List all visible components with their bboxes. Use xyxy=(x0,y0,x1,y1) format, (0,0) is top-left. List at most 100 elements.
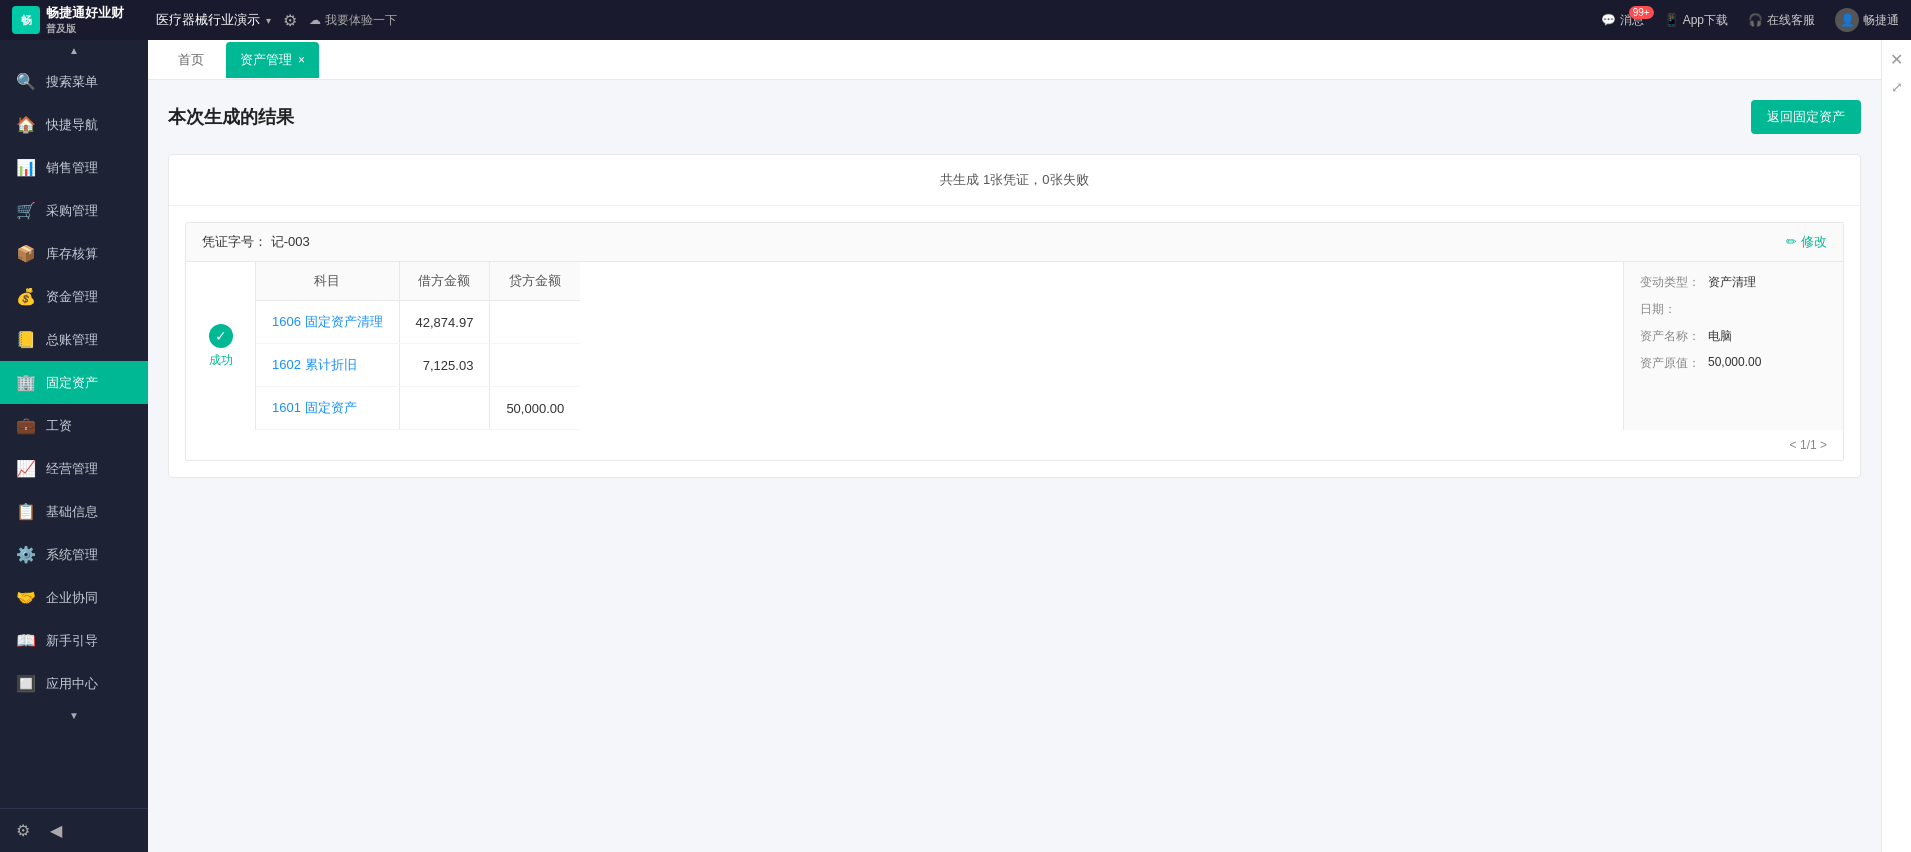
sidebar: ▲ 🔍 搜索菜单 🏠 快捷导航 📊 销售管理 🛒 采购管理 📦 库存核算 💰 资… xyxy=(0,40,148,852)
sidebar-item-enterprise[interactable]: 🤝 企业协同 xyxy=(0,576,148,619)
back-to-fixed-assets-button[interactable]: 返回固定资产 xyxy=(1751,100,1861,134)
sidebar-item-ledger[interactable]: 📒 总账管理 xyxy=(0,318,148,361)
pagination: < 1/1 > xyxy=(186,430,1843,460)
voucher-edit-button[interactable]: ✏ 修改 xyxy=(1786,233,1827,251)
topbar: 畅 畅捷通好业财 普及版 医疗器械行业演示 ▾ ⚙ ☁ 我要体验一下 💬 消息 … xyxy=(0,0,1911,40)
col-header-subject: 科目 xyxy=(256,262,399,301)
user-menu[interactable]: 👤 畅捷通 xyxy=(1835,8,1899,32)
settings-icon[interactable]: ⚙ xyxy=(283,11,297,30)
sidebar-scroll-down[interactable]: ▼ xyxy=(0,705,148,725)
sidebar-item-purchase[interactable]: 🛒 采购管理 xyxy=(0,189,148,232)
message-icon: 💬 xyxy=(1601,13,1616,27)
tab-asset-management[interactable]: 资产管理 × xyxy=(226,42,319,78)
home-icon: 🏠 xyxy=(16,115,36,134)
search-icon: 🔍 xyxy=(16,72,36,91)
col-header-credit: 贷方金额 xyxy=(490,262,580,301)
close-panel-button[interactable]: ✕ xyxy=(1890,50,1903,69)
online-service-button[interactable]: 🎧 在线客服 xyxy=(1748,12,1815,29)
building-icon: 🏢 xyxy=(16,373,36,392)
sidebar-item-quicknav[interactable]: 🏠 快捷导航 xyxy=(0,103,148,146)
voucher-number: 凭证字号： 记-003 xyxy=(202,233,310,251)
page-indicator: 1/1 xyxy=(1800,438,1820,452)
voucher-table-wrapper: 科目 借方金额 贷方金额 1606 固定资产清理 42,874.97 xyxy=(256,262,1623,430)
sidebar-bottom: ⚙ ◀ xyxy=(0,808,148,852)
sidebar-item-app-center[interactable]: 🔲 应用中心 xyxy=(0,662,148,705)
credit-cell xyxy=(490,344,580,387)
tab-home[interactable]: 首页 xyxy=(164,42,218,78)
main-layout: ▲ 🔍 搜索菜单 🏠 快捷导航 📊 销售管理 🛒 采购管理 📦 库存核算 💰 资… xyxy=(0,40,1911,852)
settings-bottom-icon[interactable]: ⚙ xyxy=(16,821,30,840)
table-row: 1602 累计折旧 7,125.03 xyxy=(256,344,580,387)
sidebar-item-operations[interactable]: 📈 经营管理 xyxy=(0,447,148,490)
content-area: 首页 资产管理 × 本次生成的结果 返回固定资产 共生成 1张凭证，0张失败 xyxy=(148,40,1881,852)
sidebar-item-inventory[interactable]: 📦 库存核算 xyxy=(0,232,148,275)
sidebar-item-basic-info[interactable]: 📋 基础信息 xyxy=(0,490,148,533)
briefcase-icon: 💼 xyxy=(16,416,36,435)
subject-cell: 1601 固定资产 xyxy=(256,387,399,430)
subject-cell: 1602 累计折旧 xyxy=(256,344,399,387)
credit-cell xyxy=(490,301,580,344)
prev-page-button[interactable]: < xyxy=(1790,438,1797,452)
tab-bar: 首页 资产管理 × xyxy=(148,40,1881,80)
expand-panel-button[interactable]: ⤢ xyxy=(1891,79,1903,95)
checkmark-icon: ✓ xyxy=(209,324,233,348)
tab-close-icon[interactable]: × xyxy=(298,53,305,67)
cart-icon: 🛒 xyxy=(16,201,36,220)
success-indicator: ✓ 成功 xyxy=(186,262,256,430)
collapse-sidebar-icon[interactable]: ◀ xyxy=(50,821,62,840)
sidebar-item-guide[interactable]: 📖 新手引导 xyxy=(0,619,148,662)
book-icon: 📒 xyxy=(16,330,36,349)
table-row: 1601 固定资产 50,000.00 xyxy=(256,387,580,430)
result-summary: 共生成 1张凭证，0张失败 xyxy=(169,155,1860,206)
page-header: 本次生成的结果 返回固定资产 xyxy=(168,100,1861,134)
voucher-table: 科目 借方金额 贷方金额 1606 固定资产清理 42,874.97 xyxy=(256,262,580,430)
chart-icon: 📊 xyxy=(16,158,36,177)
info-panel: 变动类型： 资产清理 日期： 资产名称： 电脑 xyxy=(1623,262,1843,430)
chevron-down-icon: ▾ xyxy=(266,15,271,26)
app-icon: 🔲 xyxy=(16,674,36,693)
sidebar-item-capital[interactable]: 💰 资金管理 xyxy=(0,275,148,318)
page-content: 本次生成的结果 返回固定资产 共生成 1张凭证，0张失败 凭证字号： 记-003… xyxy=(148,80,1881,852)
experience-link[interactable]: ☁ 我要体验一下 xyxy=(309,12,397,29)
cloud-icon: ☁ xyxy=(309,13,321,27)
next-page-button[interactable]: > xyxy=(1820,438,1827,452)
sidebar-item-salary[interactable]: 💼 工资 xyxy=(0,404,148,447)
asset-name-row: 资产名称： 电脑 xyxy=(1640,328,1827,345)
box-icon: 📦 xyxy=(16,244,36,263)
avatar: 👤 xyxy=(1835,8,1859,32)
guide-icon: 📖 xyxy=(16,631,36,650)
page-title: 本次生成的结果 xyxy=(168,105,294,129)
sidebar-item-sales[interactable]: 📊 销售管理 xyxy=(0,146,148,189)
right-panel-controls: ✕ ⤢ xyxy=(1881,40,1911,852)
message-button[interactable]: 💬 消息 99+ xyxy=(1601,12,1644,29)
sidebar-item-system[interactable]: ⚙️ 系统管理 xyxy=(0,533,148,576)
sidebar-scroll-up[interactable]: ▲ xyxy=(0,40,148,60)
subject-cell: 1606 固定资产清理 xyxy=(256,301,399,344)
debit-cell xyxy=(399,387,490,430)
download-icon: 📱 xyxy=(1664,13,1679,27)
debit-cell: 42,874.97 xyxy=(399,301,490,344)
app-logo: 畅 畅捷通好业财 普及版 xyxy=(12,4,124,36)
sidebar-item-fixed-assets[interactable]: 🏢 固定资产 xyxy=(0,361,148,404)
date-row: 日期： xyxy=(1640,301,1827,318)
headset-icon: 🎧 xyxy=(1748,13,1763,27)
logo-text: 畅捷通好业财 普及版 xyxy=(46,4,124,36)
result-panel: 共生成 1张凭证，0张失败 凭证字号： 记-003 ✏ 修改 ✓ xyxy=(168,154,1861,478)
app-download-button[interactable]: 📱 App下载 xyxy=(1664,12,1728,29)
gear-icon: ⚙️ xyxy=(16,545,36,564)
topbar-right: 💬 消息 99+ 📱 App下载 🎧 在线客服 👤 畅捷通 xyxy=(1601,8,1899,32)
voucher-content-row: ✓ 成功 科目 借方金额 贷方金额 xyxy=(186,262,1843,430)
original-value-row: 资产原值： 50,000.00 xyxy=(1640,355,1827,372)
credit-cell: 50,000.00 xyxy=(490,387,580,430)
voucher-block: 凭证字号： 记-003 ✏ 修改 ✓ 成功 xyxy=(185,222,1844,461)
debit-cell: 7,125.03 xyxy=(399,344,490,387)
logo-icon: 畅 xyxy=(12,6,40,34)
clipboard-icon: 📋 xyxy=(16,502,36,521)
money-icon: 💰 xyxy=(16,287,36,306)
trend-icon: 📈 xyxy=(16,459,36,478)
sidebar-item-search[interactable]: 🔍 搜索菜单 xyxy=(0,60,148,103)
handshake-icon: 🤝 xyxy=(16,588,36,607)
table-row: 1606 固定资产清理 42,874.97 xyxy=(256,301,580,344)
voucher-header: 凭证字号： 记-003 ✏ 修改 xyxy=(186,223,1843,262)
company-selector[interactable]: 医疗器械行业演示 ▾ xyxy=(156,11,271,29)
